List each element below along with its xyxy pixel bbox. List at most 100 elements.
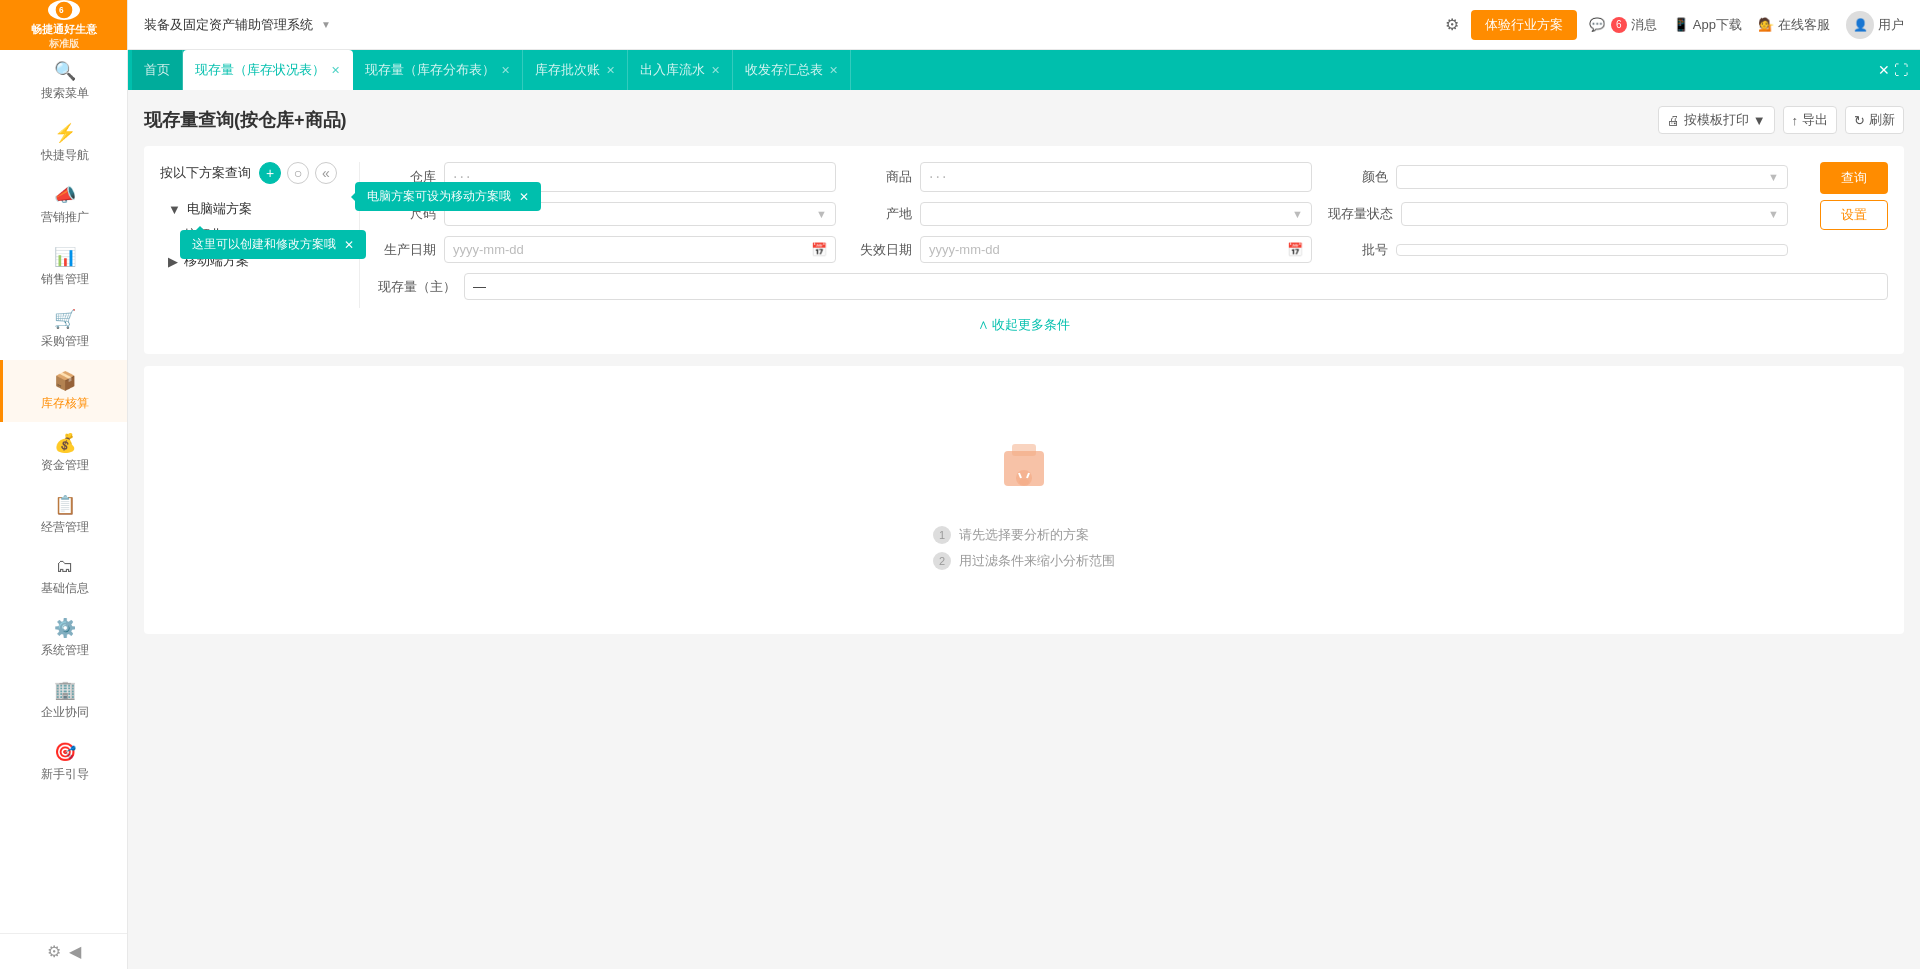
sidebar-item-search[interactable]: 🔍 搜索菜单 <box>0 50 127 112</box>
tab-inout-flow-label: 出入库流水 <box>640 61 705 79</box>
batch-input[interactable] <box>1396 244 1788 256</box>
app-download-label: App下载 <box>1693 16 1742 34</box>
collapse-label: 收起更多条件 <box>992 317 1070 332</box>
sidebar-item-purchase[interactable]: 🛒 采购管理 <box>0 298 127 360</box>
tab-close-all-btn[interactable]: ✕ <box>1878 62 1890 78</box>
trial-button[interactable]: 体验行业方案 <box>1471 10 1577 40</box>
exp-date-cal-icon[interactable]: 📅 <box>1287 242 1303 257</box>
filter-header: 按以下方案查询 + ○ « <box>160 162 351 184</box>
prod-date-cal-icon[interactable]: 📅 <box>811 242 827 257</box>
refresh-btn[interactable]: ↻ 刷新 <box>1845 106 1904 134</box>
print-template-btn[interactable]: 🖨 按模板打印 ▼ <box>1658 106 1775 134</box>
filter-controls: + ○ « <box>259 162 337 184</box>
search-button[interactable]: 查询 <box>1820 162 1888 194</box>
prod-date-start[interactable]: yyyy-mm-dd 📅 <box>444 236 836 263</box>
sidebar-bottom: ⚙ ◀ <box>0 933 127 969</box>
message-badge: 6 <box>1611 17 1627 33</box>
tab-inventory-dist-close[interactable]: ✕ <box>501 64 510 77</box>
tab-inventory-status-label: 现存量（库存状况表） <box>195 61 325 79</box>
tab-inout-flow[interactable]: 出入库流水 ✕ <box>628 50 733 90</box>
sidebar-item-sales[interactable]: 📊 销售管理 <box>0 236 127 298</box>
filter-field-inv-status: 现存量状态 ▼ <box>1328 202 1788 226</box>
filter-row-4: 现存量（主） — <box>376 273 1888 300</box>
empty-illustration <box>984 426 1064 506</box>
sidebar-item-marketing[interactable]: 📣 营销推广 <box>0 174 127 236</box>
tab-recv-summary-close[interactable]: ✕ <box>829 64 838 77</box>
inv-amount-input[interactable]: — <box>464 273 1888 300</box>
tab-batch-account-close[interactable]: ✕ <box>606 64 615 77</box>
svg-point-7 <box>1019 479 1029 485</box>
sidebar-item-guide[interactable]: 🎯 新手引导 <box>0 731 127 793</box>
tab-recv-summary-label: 收发存汇总表 <box>745 61 823 79</box>
filter-label: 按以下方案查询 <box>160 164 251 182</box>
sidebar-item-system[interactable]: ⚙️ 系统管理 <box>0 607 127 669</box>
sidebar-item-label-system: 系统管理 <box>41 642 89 659</box>
tab-recv-summary[interactable]: 收发存汇总表 ✕ <box>733 50 851 90</box>
sidebar-item-quicknav[interactable]: ⚡ 快捷导航 <box>0 112 127 174</box>
tooltip-create-close[interactable]: ✕ <box>344 238 354 252</box>
sidebar-item-finance[interactable]: 💰 资金管理 <box>0 422 127 484</box>
goods-label: 商品 <box>852 168 912 186</box>
edit-scheme-btn[interactable]: ○ <box>287 162 309 184</box>
tab-inventory-status[interactable]: 现存量（库存状况表） ✕ <box>183 50 353 90</box>
settings-bottom-btn[interactable]: ⚙ <box>47 942 61 961</box>
export-icon: ↑ <box>1792 113 1799 128</box>
collapse-icon: ∧ <box>978 317 989 332</box>
tab-inventory-dist-label: 现存量（库存分布表） <box>365 61 495 79</box>
sidebar-item-label-finance: 资金管理 <box>41 457 89 474</box>
system-title-area: 装备及固定资产辅助管理系统 ▼ <box>144 16 1433 34</box>
sidebar-item-basic[interactable]: 🗂 基础信息 <box>0 546 127 607</box>
step-2-text: 用过滤条件来缩小分析范围 <box>959 548 1115 574</box>
filter-field-origin: 产地 ▼ <box>852 202 1312 226</box>
export-btn[interactable]: ↑ 导出 <box>1783 106 1838 134</box>
reset-button[interactable]: 设置 <box>1820 200 1888 230</box>
finance-icon: 💰 <box>54 432 76 454</box>
sidebar: 6 畅捷通好生意 标准版 🔍 搜索菜单 ⚡ 快捷导航 📣 营销推广 📊 销售管理… <box>0 0 128 969</box>
sidebar-item-operation[interactable]: 📋 经营管理 <box>0 484 127 546</box>
gear-button[interactable]: ⚙ <box>1445 15 1459 34</box>
dot-indicator <box>358 200 368 210</box>
step-2-num: 2 <box>933 552 951 570</box>
filter-row-3: 生产日期 yyyy-mm-dd 📅 失效日期 yyyy-mm-dd 📅 <box>376 236 1788 263</box>
sidebar-item-enterprise[interactable]: 🏢 企业协同 <box>0 669 127 731</box>
sidebar-item-label-operation: 经营管理 <box>41 519 89 536</box>
tab-fullscreen-btn[interactable]: ⛶ <box>1894 62 1908 78</box>
tooltip-create: 这里可以创建和修改方案哦 ✕ <box>180 230 366 259</box>
tab-home[interactable]: 首页 <box>132 50 183 90</box>
exp-date-start[interactable]: yyyy-mm-dd 📅 <box>920 236 1312 263</box>
tab-inout-flow-close[interactable]: ✕ <box>711 64 720 77</box>
avatar-icon: 👤 <box>1853 18 1868 32</box>
inv-amount-label: 现存量（主） <box>376 278 456 296</box>
tooltip-pc-close[interactable]: ✕ <box>519 190 529 204</box>
pc-scheme-label: 电脑端方案 <box>187 200 252 218</box>
sidebar-item-label-search: 搜索菜单 <box>41 85 89 102</box>
filter-row-2: 尺码 ▼ 产地 ▼ <box>376 202 1788 226</box>
system-dropdown-arrow[interactable]: ▼ <box>321 19 331 30</box>
add-scheme-btn[interactable]: + <box>259 162 281 184</box>
app-download-action[interactable]: 📱 App下载 <box>1673 16 1742 34</box>
origin-input[interactable]: ▼ <box>920 202 1312 226</box>
collapse-sidebar-btn[interactable]: ◀ <box>69 942 81 961</box>
sidebar-item-inventory[interactable]: 📦 库存核算 <box>0 360 127 422</box>
tab-inventory-status-close[interactable]: ✕ <box>331 64 340 77</box>
back-scheme-btn[interactable]: « <box>315 162 337 184</box>
size-dropdown: ▼ <box>816 208 827 220</box>
message-icon: 💬 <box>1589 17 1605 32</box>
pc-scheme-header[interactable]: ▼ 电脑端方案 <box>160 196 351 222</box>
batch-label: 批号 <box>1328 241 1388 259</box>
message-action[interactable]: 💬 6 消息 <box>1589 16 1657 34</box>
collapse-btn[interactable]: ∧ 收起更多条件 <box>160 308 1888 338</box>
inv-status-label: 现存量状态 <box>1328 205 1393 223</box>
user-action[interactable]: 👤 用户 <box>1846 11 1904 39</box>
goods-input[interactable]: ··· <box>920 162 1312 192</box>
tooltip-create-text: 这里可以创建和修改方案哦 <box>192 236 336 253</box>
color-input[interactable]: ▼ <box>1396 165 1788 189</box>
empty-step-2: 2 用过滤条件来缩小分析范围 <box>933 548 1115 574</box>
filter-field-prod-date: 生产日期 yyyy-mm-dd 📅 <box>376 236 836 263</box>
scheme-sidebar: 按以下方案查询 + ○ « ▼ 电脑端方案 <box>160 162 360 308</box>
tab-batch-account[interactable]: 库存批次账 ✕ <box>523 50 628 90</box>
inv-status-input[interactable]: ▼ <box>1401 202 1788 226</box>
tab-inventory-dist[interactable]: 现存量（库存分布表） ✕ <box>353 50 523 90</box>
operation-icon: 📋 <box>54 494 76 516</box>
online-support-action[interactable]: 💁 在线客服 <box>1758 16 1830 34</box>
